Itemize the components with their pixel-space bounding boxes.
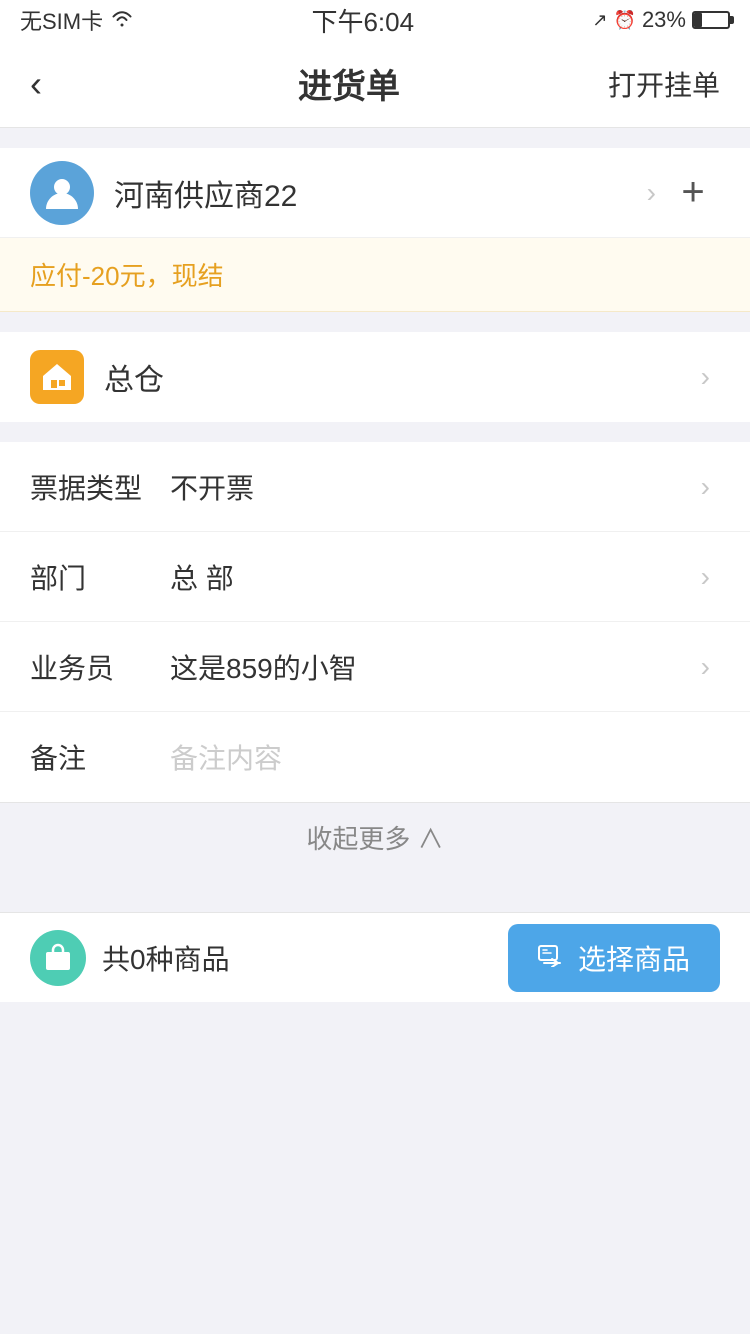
status-time: 下午6:04 — [311, 2, 414, 39]
supplier-name: 河南供应商22 — [114, 171, 647, 215]
alarm-icon: ⏰ — [614, 10, 636, 31]
warehouse-row[interactable]: 总仓 › — [0, 332, 750, 422]
supplier-avatar — [30, 161, 94, 225]
form-section: 票据类型 不开票 › 部门 总 部 › 业务员 这是859的小智 › 备注 备注… — [0, 442, 750, 802]
salesperson-chevron-icon: › — [701, 651, 710, 683]
battery-icon — [692, 11, 730, 29]
supplier-chevron-icon: › — [647, 177, 656, 209]
add-supplier-button[interactable]: + — [666, 166, 720, 220]
department-row[interactable]: 部门 总 部 › — [0, 532, 750, 622]
supplier-section: 河南供应商22 › + 应付-20元，现结 — [0, 148, 750, 312]
user-icon — [42, 173, 82, 213]
bottom-bar: 共0种商品 选择商品 — [0, 912, 750, 1002]
wifi-icon — [111, 7, 133, 33]
back-button[interactable]: ‹ — [30, 63, 90, 105]
nav-bar: ‹ 进货单 打开挂单 — [0, 40, 750, 128]
collapse-toggle[interactable]: 收起更多 ∧ — [0, 802, 750, 872]
location-icon: ↗ — [592, 10, 607, 31]
info-banner: 应付-20元，现结 — [0, 238, 750, 312]
section-gap-2 — [0, 312, 750, 332]
collapse-toggle-label: 收起更多 ∧ — [306, 819, 443, 856]
remark-row[interactable]: 备注 备注内容 — [0, 712, 750, 802]
remark-label: 备注 — [30, 737, 170, 777]
salesperson-value: 这是859的小智 — [170, 647, 701, 687]
status-bar: 无SIM卡 下午6:04 ↗ ⏰ 23% — [0, 0, 750, 40]
remark-placeholder: 备注内容 — [170, 737, 720, 777]
status-left: 无SIM卡 — [20, 4, 133, 36]
shopping-bag-icon — [42, 942, 74, 974]
info-banner-text: 应付-20元，现结 — [30, 261, 224, 291]
supplier-row[interactable]: 河南供应商22 › + — [0, 148, 750, 238]
background-fill — [0, 1002, 750, 1252]
invoice-type-row[interactable]: 票据类型 不开票 › — [0, 442, 750, 532]
page-title: 进货单 — [298, 59, 400, 108]
product-icon — [30, 930, 86, 986]
carrier-text: 无SIM卡 — [20, 4, 103, 36]
invoice-type-value: 不开票 — [170, 467, 701, 507]
house-icon — [40, 360, 74, 394]
department-label: 部门 — [30, 557, 170, 597]
battery-percentage: 23% — [642, 7, 686, 33]
status-right: ↗ ⏰ 23% — [592, 7, 730, 33]
department-chevron-icon: › — [701, 561, 710, 593]
warehouse-chevron-icon: › — [701, 361, 710, 393]
open-pending-button[interactable]: 打开挂单 — [608, 64, 720, 104]
section-gap-4 — [0, 872, 750, 892]
invoice-type-chevron-icon: › — [701, 471, 710, 503]
select-product-label: 选择商品 — [578, 938, 690, 978]
select-product-button[interactable]: 选择商品 — [508, 924, 720, 992]
section-gap-3 — [0, 422, 750, 442]
department-value: 总 部 — [170, 557, 701, 597]
salesperson-label: 业务员 — [30, 647, 170, 687]
section-gap-1 — [0, 128, 750, 148]
warehouse-section: 总仓 › — [0, 332, 750, 422]
invoice-type-label: 票据类型 — [30, 467, 170, 507]
salesperson-row[interactable]: 业务员 这是859的小智 › — [0, 622, 750, 712]
product-count: 共0种商品 — [102, 938, 508, 978]
warehouse-name: 总仓 — [104, 355, 701, 399]
warehouse-icon — [30, 350, 84, 404]
select-product-icon — [538, 942, 566, 974]
